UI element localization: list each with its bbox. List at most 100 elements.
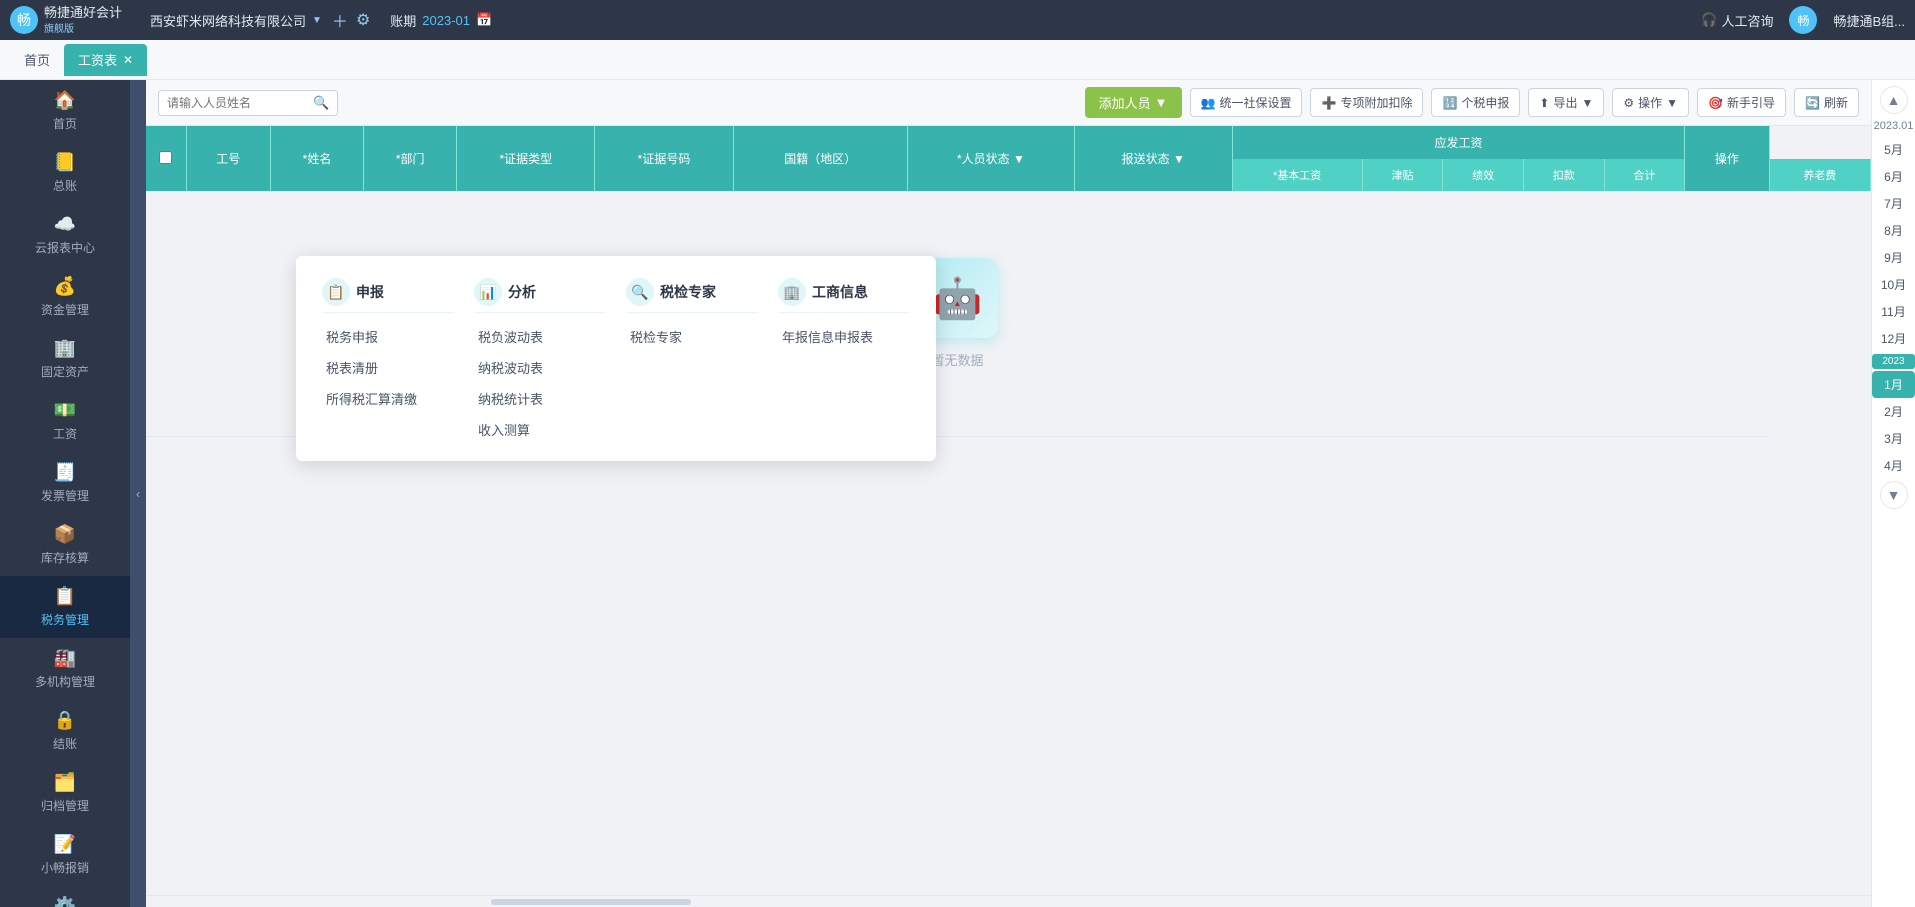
timeline-month-12[interactable]: 12月 [1872, 325, 1915, 352]
tax-stats-item[interactable]: 纳税统计表 [474, 383, 606, 414]
search-icon: 🔍 [313, 95, 329, 111]
sidebar-item-xiaochang[interactable]: 📝 小畅报销 [0, 824, 130, 886]
header-period: 账期 2023-01 📅 [390, 11, 492, 30]
add-icon[interactable]: ＋ [332, 8, 348, 32]
timeline-month-9[interactable]: 9月 [1872, 244, 1915, 271]
page-body: 🔍 添加人员 ▼ 👥 统一社保设置 ➕ 专项附加扣除 🔢 个税申报 [146, 80, 1871, 907]
tax-icon: 📋 [54, 586, 76, 607]
add-person-dropdown-arrow[interactable]: ▼ [1155, 95, 1168, 110]
logo-icon: 畅 [10, 6, 38, 34]
sidebar-collapse-handle[interactable]: ‹ [130, 80, 146, 907]
tab-home[interactable]: 首页 [10, 44, 64, 76]
refresh-icon: 🔄 [1805, 96, 1820, 110]
home-tab-label: 首页 [24, 50, 50, 69]
th-check[interactable] [146, 126, 186, 191]
period-value[interactable]: 2023-01 [422, 13, 470, 28]
main-content: 🏠 首页 📒 总账 ☁️ 云报表中心 💰 资金管理 🏢 固定资产 💵 工资 🧾 … [0, 80, 1915, 907]
archive-icon: 🗂️ [54, 772, 76, 793]
income-summary-item[interactable]: 所得税汇算清缴 [322, 383, 454, 414]
expert-title: 税检专家 [660, 282, 716, 302]
th-report-status[interactable]: 报送状态 ▼ [1074, 126, 1232, 191]
app-title: 畅捷通好会计 [44, 5, 122, 21]
timeline-month-1[interactable]: 1月 [1872, 371, 1915, 398]
export-btn[interactable]: ⬆ 导出 ▼ [1528, 88, 1604, 117]
company-name: 西安虾米网络科技有限公司 [150, 11, 306, 30]
sidebar-item-settings[interactable]: ⚙️ 基础设置 [0, 886, 130, 907]
settings-icon[interactable]: ⚙ [356, 10, 370, 30]
timeline-month-8[interactable]: 8月 [1872, 217, 1915, 244]
declaration-icon: 📋 [322, 278, 350, 306]
customer-service-btn[interactable]: 🎧 人工咨询 [1701, 11, 1773, 30]
tax-check-item[interactable]: 税检专家 [626, 321, 758, 352]
sidebar-item-cloud[interactable]: ☁️ 云报表中心 [0, 204, 130, 266]
header-right: 🎧 人工咨询 畅 畅捷通B组... [1701, 6, 1905, 34]
company-dropdown-arrow[interactable]: ▼ [312, 15, 322, 26]
select-all-checkbox[interactable] [159, 151, 172, 164]
logo-area: 畅 畅捷通好会计 旗舰版 [10, 5, 140, 36]
tax-payment-item[interactable]: 纳税波动表 [474, 352, 606, 383]
sidebar-item-tax[interactable]: 📋 税务管理 [0, 576, 130, 638]
timeline-month-3[interactable]: 3月 [1872, 425, 1915, 452]
sidebar-item-inventory[interactable]: 📦 库存核算 [0, 514, 130, 576]
guide-btn[interactable]: 🎯 新手引导 [1697, 88, 1786, 117]
horizontal-scrollbar[interactable] [146, 895, 1871, 907]
scroll-thumb[interactable] [491, 899, 691, 905]
timeline-month-11[interactable]: 11月 [1872, 298, 1915, 325]
th-name: *姓名 [270, 126, 363, 191]
social-security-label: 统一社保设置 [1219, 94, 1291, 111]
timeline-month-6[interactable]: 6月 [1872, 163, 1915, 190]
declaration-title: 申报 [356, 282, 384, 302]
timeline-month-4[interactable]: 4月 [1872, 452, 1915, 479]
sidebar: 🏠 首页 📒 总账 ☁️ 云报表中心 💰 资金管理 🏢 固定资产 💵 工资 🧾 … [0, 80, 130, 907]
special-deduction-btn[interactable]: ➕ 专项附加扣除 [1310, 88, 1423, 117]
sidebar-item-close[interactable]: 🔒 结账 [0, 700, 130, 762]
th-person-status[interactable]: *人员状态 ▼ [908, 126, 1075, 191]
individual-tax-btn[interactable]: 🔢 个税申报 [1431, 88, 1520, 117]
income-calc-item[interactable]: 收入测算 [474, 414, 606, 445]
sidebar-item-assets[interactable]: 🏢 固定资产 [0, 328, 130, 390]
sidebar-item-invoice[interactable]: 🧾 发票管理 [0, 452, 130, 514]
top-header: 畅 畅捷通好会计 旗舰版 西安虾米网络科技有限公司 ▼ ＋ ⚙ 账期 2023-… [0, 0, 1915, 40]
tax-dropdown-menu: 📋 申报 税务申报 税表清册 所得税汇算清缴 📊 分析 税负波动表 纳税波动表 … [296, 256, 936, 461]
search-input[interactable] [167, 96, 307, 110]
table-container[interactable]: 工号 *姓名 *部门 *证据类型 *证据号码 国籍（地区） *人员状态 ▼ 报送… [146, 126, 1871, 895]
timeline-month-7[interactable]: 7月 [1872, 190, 1915, 217]
timeline-month-10[interactable]: 10月 [1872, 271, 1915, 298]
tax-burden-item[interactable]: 税负波动表 [474, 321, 606, 352]
refresh-btn[interactable]: 🔄 刷新 [1794, 88, 1859, 117]
sidebar-item-salary[interactable]: 💵 工资 [0, 390, 130, 452]
operation-btn[interactable]: ⚙ 操作 ▼ [1612, 88, 1689, 117]
add-person-button[interactable]: 添加人员 ▼ [1085, 87, 1182, 118]
tab-close-icon[interactable]: ✕ [123, 53, 133, 67]
sidebar-cloud-label: 云报表中心 [35, 239, 95, 256]
sidebar-item-ledger[interactable]: 📒 总账 [0, 142, 130, 204]
multi-icon: 🏭 [54, 648, 76, 669]
special-deduction-icon: ➕ [1321, 96, 1336, 110]
timeline-down-btn[interactable]: ▼ [1880, 481, 1908, 509]
timeline-month-5[interactable]: 5月 [1872, 136, 1915, 163]
company-selector[interactable]: 西安虾米网络科技有限公司 ▼ [150, 11, 322, 30]
timeline-month-2[interactable]: 2月 [1872, 398, 1915, 425]
annual-report-item[interactable]: 年报信息申报表 [778, 321, 910, 352]
dropdown-section-expert: 🔍 税检专家 税检专家 [616, 272, 768, 445]
th-id-number: *证据号码 [595, 126, 733, 191]
sidebar-archive-label: 归档管理 [41, 797, 89, 814]
cloud-icon: ☁️ [54, 214, 76, 235]
sidebar-item-funds[interactable]: 💰 资金管理 [0, 266, 130, 328]
sidebar-item-home[interactable]: 🏠 首页 [0, 80, 130, 142]
th-allowance: 津贴 [1362, 159, 1443, 191]
action-buttons: 添加人员 ▼ 👥 统一社保设置 ➕ 专项附加扣除 🔢 个税申报 ⬆ 导出 [1085, 87, 1859, 118]
sidebar-item-multi[interactable]: 🏭 多机构管理 [0, 638, 130, 700]
tax-declaration-item[interactable]: 税务申报 [322, 321, 454, 352]
social-security-btn[interactable]: 👥 统一社保设置 [1190, 88, 1303, 117]
search-input-wrap[interactable]: 🔍 [158, 90, 338, 116]
timeline-up-btn[interactable]: ▲ [1880, 86, 1908, 114]
tax-form-item[interactable]: 税表清册 [322, 352, 454, 383]
export-dropdown-arrow[interactable]: ▼ [1582, 96, 1594, 110]
operation-dropdown-arrow[interactable]: ▼ [1666, 96, 1678, 110]
user-avatar[interactable]: 畅 [1789, 6, 1817, 34]
tab-salary[interactable]: 工资表 ✕ [64, 44, 147, 76]
sidebar-inventory-label: 库存核算 [41, 549, 89, 566]
sidebar-item-archive[interactable]: 🗂️ 归档管理 [0, 762, 130, 824]
calendar-icon[interactable]: 📅 [476, 12, 492, 28]
